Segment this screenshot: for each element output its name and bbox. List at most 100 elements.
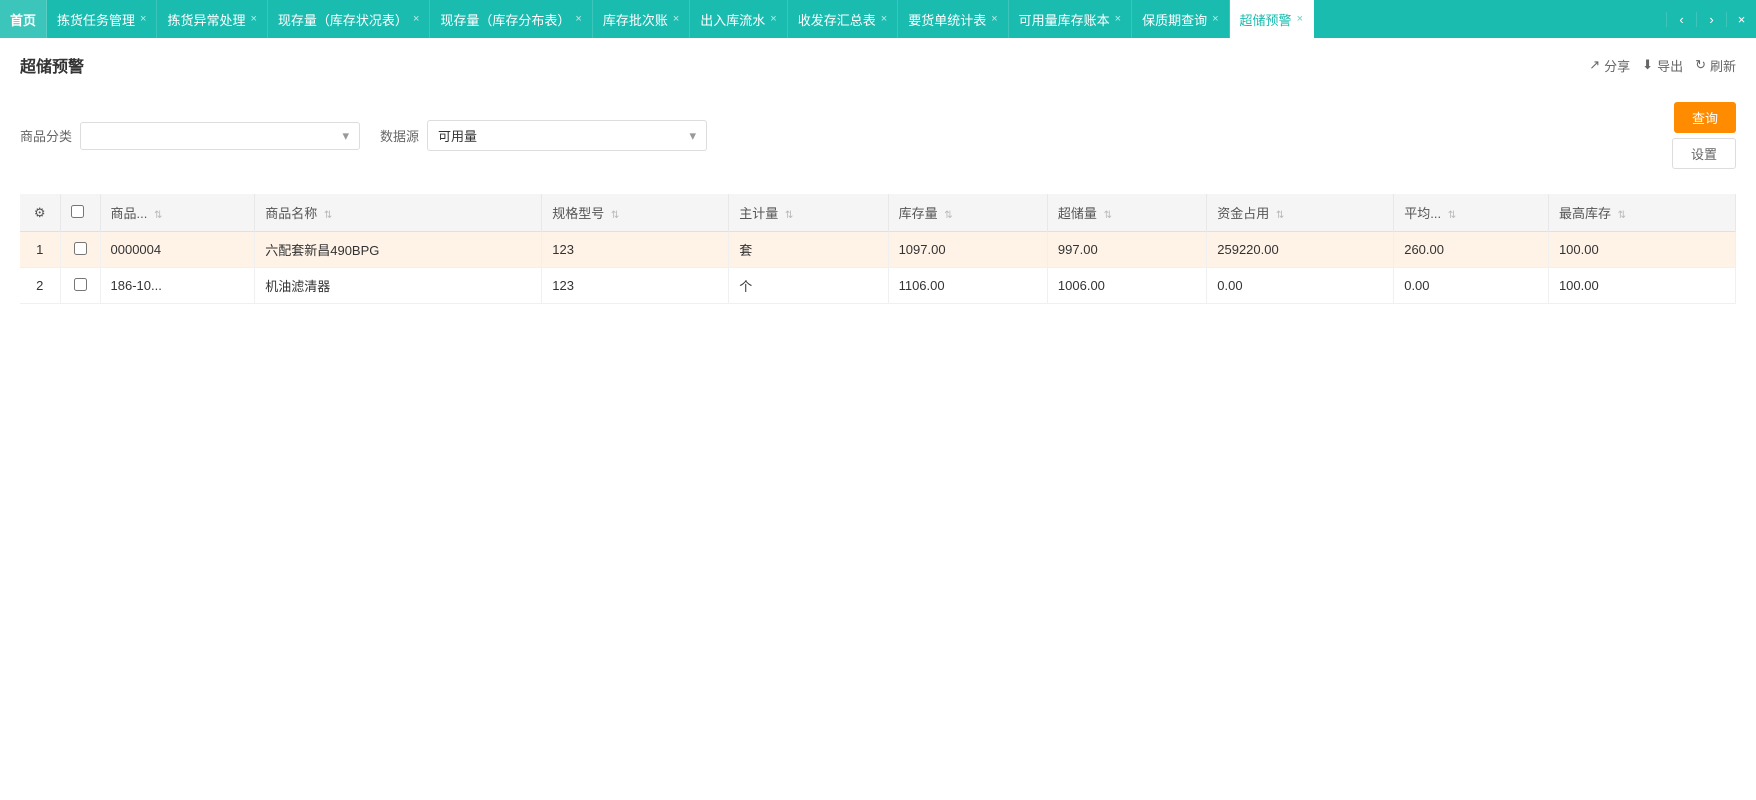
gear-col-header[interactable]: ⚙ — [20, 194, 60, 232]
share-icon: ↗ — [1589, 57, 1600, 73]
select-all-checkbox[interactable] — [71, 205, 84, 218]
refresh-button[interactable]: ↻ 刷新 — [1695, 56, 1736, 75]
max-stock-sort-icon: ⇅ — [1618, 210, 1626, 221]
share-button[interactable]: ↗ 分享 — [1589, 56, 1630, 75]
max-stock-cell: 100.00 — [1548, 268, 1735, 304]
nav-in-out-flow[interactable]: 出入库流水 × — [690, 0, 787, 38]
spec-col-header[interactable]: 规格型号 ⇅ — [542, 194, 729, 232]
nav-receive-send-label: 收发存汇总表 — [798, 10, 876, 29]
avg-col-header[interactable]: 平均... ⇅ — [1394, 194, 1549, 232]
max-stock-col-label: 最高库存 — [1559, 206, 1611, 221]
nav-home[interactable]: 首页 — [0, 0, 47, 38]
nav-order-stats-close[interactable]: × — [991, 13, 997, 25]
nav-close-arrow[interactable]: × — [1726, 12, 1756, 27]
nav-expiry-check[interactable]: 保质期查询 × — [1132, 0, 1229, 38]
product-code-col-label: 商品... — [111, 206, 148, 221]
gear-icon: ⚙ — [34, 205, 46, 220]
capital-use-cell: 259220.00 — [1207, 232, 1394, 268]
table-row: 2 186-10... 机油滤清器 123 个 1106.00 1006.00 … — [20, 268, 1736, 304]
max-stock-cell: 100.00 — [1548, 232, 1735, 268]
nav-overstock-warning-close[interactable]: × — [1297, 13, 1303, 25]
product-name-col-label: 商品名称 — [265, 206, 317, 221]
nav-abnormal-close[interactable]: × — [250, 13, 256, 25]
header-actions: ↗ 分享 ⬇ 导出 ↻ 刷新 — [1589, 56, 1736, 75]
nav-available-ledger[interactable]: 可用量库存账本 × — [1009, 0, 1132, 38]
table-row: 1 0000004 六配套新昌490BPG 123 套 1097.00 997.… — [20, 232, 1736, 268]
datasource-select[interactable]: 可用量 ▾ — [427, 120, 707, 151]
nav-in-out-flow-close[interactable]: × — [770, 13, 776, 25]
nav-inventory-status[interactable]: 现存量（库存状况表） × — [268, 0, 430, 38]
nav-available-ledger-close[interactable]: × — [1115, 13, 1121, 25]
capital-use-col-label: 资金占用 — [1217, 206, 1269, 221]
nav-batch-account[interactable]: 库存批次账 × — [593, 0, 690, 38]
main-content: 超储预警 ↗ 分享 ⬇ 导出 ↻ 刷新 商品分类 ▾ 数据源 — [0, 38, 1756, 800]
nav-expiry-check-label: 保质期查询 — [1142, 10, 1207, 29]
category-select[interactable]: ▾ — [80, 122, 360, 150]
row-checkbox-cell[interactable] — [60, 268, 100, 304]
nav-next-arrow[interactable]: › — [1696, 12, 1726, 27]
nav-expiry-check-close[interactable]: × — [1212, 13, 1218, 25]
row-num-cell: 1 — [20, 232, 60, 268]
nav-inventory-dist[interactable]: 现存量（库存分布表） × — [430, 0, 592, 38]
nav-in-out-flow-label: 出入库流水 — [700, 10, 765, 29]
datasource-chevron-icon: ▾ — [690, 128, 697, 144]
nav-available-ledger-label: 可用量库存账本 — [1019, 10, 1110, 29]
nav-abnormal[interactable]: 拣货异常处理 × — [157, 0, 267, 38]
overstock-qty-col-label: 超储量 — [1058, 206, 1097, 221]
page-header: 超储预警 ↗ 分享 ⬇ 导出 ↻ 刷新 — [20, 53, 1736, 77]
product-code-cell: 186-10... — [100, 268, 255, 304]
nav-batch-account-close[interactable]: × — [673, 13, 679, 25]
unit-cell: 个 — [729, 268, 888, 304]
category-filter: 商品分类 ▾ — [20, 122, 360, 150]
nav-overstock-warning-label: 超储预警 — [1240, 10, 1292, 29]
capital-use-col-header[interactable]: 资金占用 ⇅ — [1207, 194, 1394, 232]
product-code-col-header[interactable]: 商品... ⇅ — [100, 194, 255, 232]
stock-qty-col-label: 库存量 — [899, 206, 938, 221]
nav-arrows: ‹ › × — [1666, 12, 1756, 27]
nav-task-mgmt-close[interactable]: × — [140, 13, 146, 25]
nav-home-label: 首页 — [10, 10, 36, 29]
overstock-qty-cell: 1006.00 — [1047, 268, 1206, 304]
nav-inventory-dist-close[interactable]: × — [575, 13, 581, 25]
avg-sort-icon: ⇅ — [1448, 210, 1456, 221]
stock-qty-cell: 1097.00 — [888, 232, 1047, 268]
nav-abnormal-label: 拣货异常处理 — [167, 10, 245, 29]
stock-qty-col-header[interactable]: 库存量 ⇅ — [888, 194, 1047, 232]
avg-cell: 260.00 — [1394, 232, 1549, 268]
nav-order-stats[interactable]: 要货单统计表 × — [898, 0, 1008, 38]
row-num-cell: 2 — [20, 268, 60, 304]
nav-task-mgmt-label: 拣货任务管理 — [57, 10, 135, 29]
row-checkbox[interactable] — [74, 278, 87, 291]
product-name-sort-icon: ⇅ — [324, 210, 332, 221]
spec-cell: 123 — [542, 268, 729, 304]
nav-receive-send-close[interactable]: × — [881, 13, 887, 25]
nav-order-stats-label: 要货单统计表 — [908, 10, 986, 29]
spec-sort-icon: ⇅ — [611, 210, 619, 221]
settings-button[interactable]: 设置 — [1672, 138, 1736, 169]
export-label: 导出 — [1657, 56, 1683, 75]
export-button[interactable]: ⬇ 导出 — [1642, 56, 1683, 75]
query-button[interactable]: 查询 — [1674, 102, 1736, 133]
unit-col-label: 主计量 — [739, 206, 778, 221]
row-checkbox-cell[interactable] — [60, 232, 100, 268]
data-table: ⚙ 商品... ⇅ 商品名称 ⇅ 规格型号 ⇅ 主计量 — [20, 194, 1736, 304]
row-checkbox[interactable] — [74, 242, 87, 255]
max-stock-col-header[interactable]: 最高库存 ⇅ — [1548, 194, 1735, 232]
checkbox-col-header[interactable] — [60, 194, 100, 232]
nav-task-mgmt[interactable]: 拣货任务管理 × — [47, 0, 157, 38]
nav-inventory-dist-label: 现存量（库存分布表） — [440, 10, 570, 29]
nav-batch-account-label: 库存批次账 — [603, 10, 668, 29]
spec-cell: 123 — [542, 232, 729, 268]
nav-inventory-status-close[interactable]: × — [413, 13, 419, 25]
table-body: 1 0000004 六配套新昌490BPG 123 套 1097.00 997.… — [20, 232, 1736, 304]
overstock-qty-col-header[interactable]: 超储量 ⇅ — [1047, 194, 1206, 232]
refresh-icon: ↻ — [1695, 57, 1706, 73]
product-code-sort-icon: ⇅ — [154, 210, 162, 221]
product-name-col-header[interactable]: 商品名称 ⇅ — [255, 194, 542, 232]
table-header-row: ⚙ 商品... ⇅ 商品名称 ⇅ 规格型号 ⇅ 主计量 — [20, 194, 1736, 232]
export-icon: ⬇ — [1642, 57, 1653, 73]
unit-col-header[interactable]: 主计量 ⇅ — [729, 194, 888, 232]
nav-receive-send[interactable]: 收发存汇总表 × — [788, 0, 898, 38]
nav-prev-arrow[interactable]: ‹ — [1666, 12, 1696, 27]
nav-overstock-warning[interactable]: 超储预警 × — [1230, 0, 1314, 38]
